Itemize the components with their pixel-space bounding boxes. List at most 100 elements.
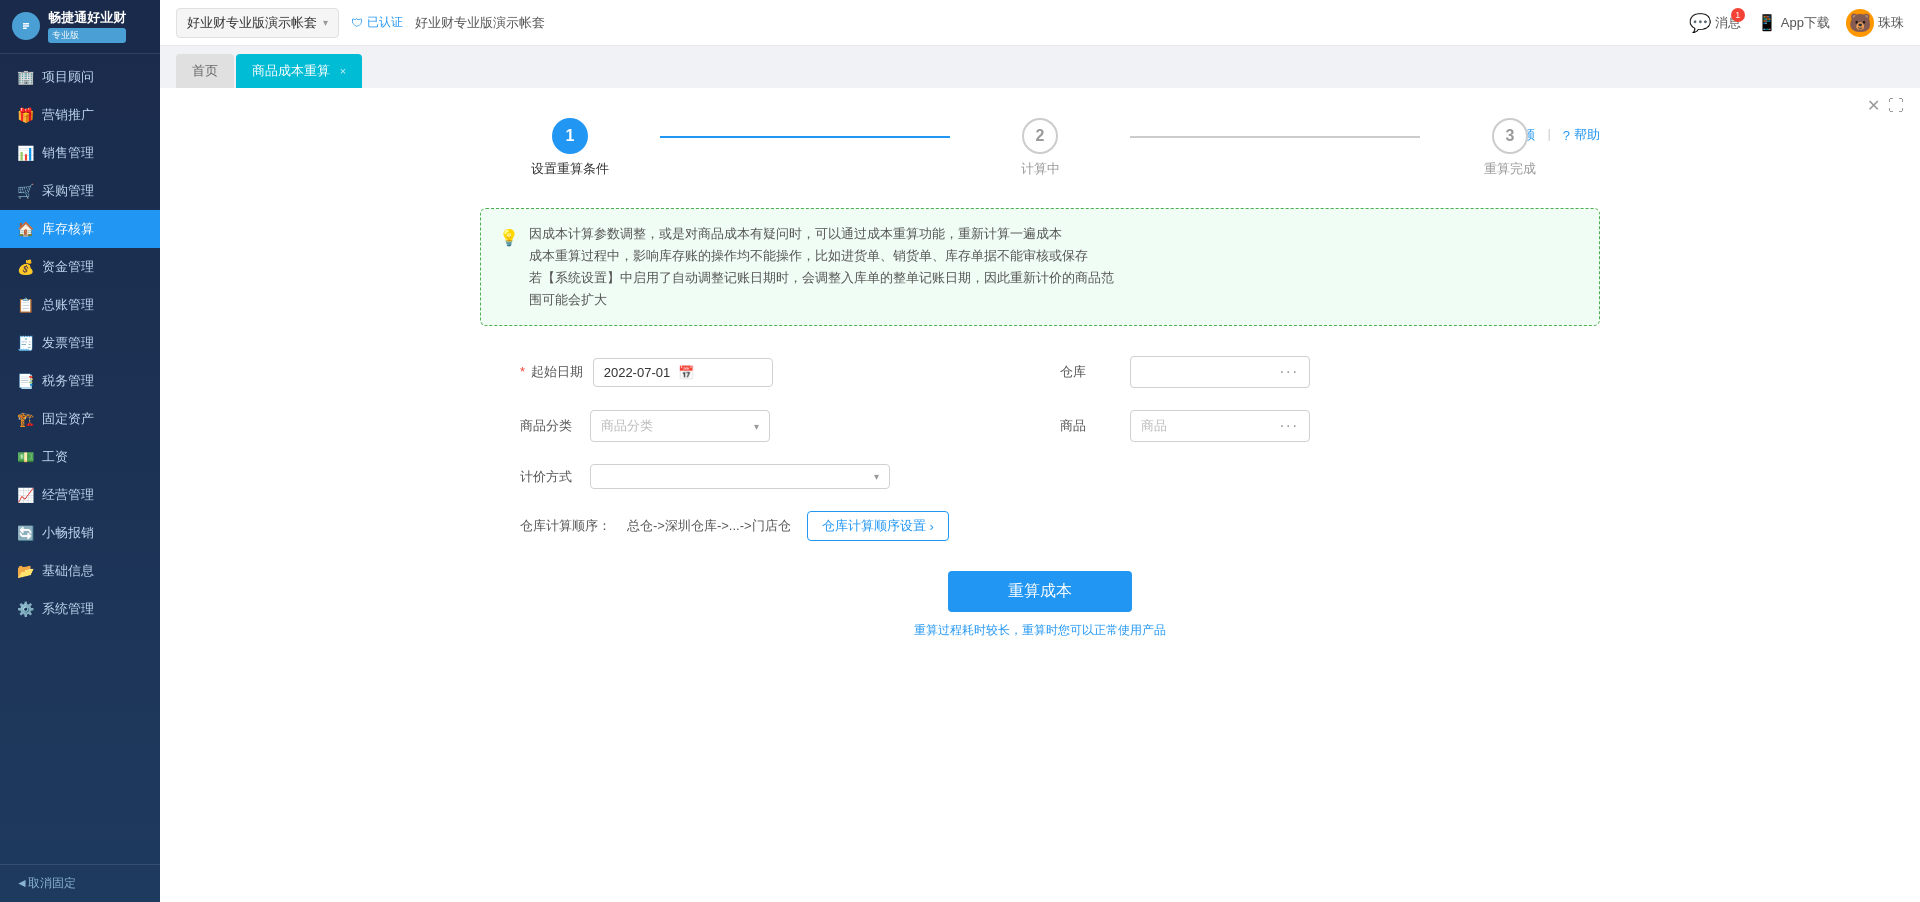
sidebar-footer-label: ◄取消固定	[16, 875, 76, 892]
topbar: 好业财专业版演示帐套 ▾ 🛡 已认证 好业财专业版演示帐套 💬 消息 1 📱 A…	[160, 0, 1920, 46]
sidebar-item-purchase[interactable]: 🛒 采购管理	[0, 172, 160, 210]
project-icon: 🏢	[16, 68, 34, 86]
sidebar-label-finance: 资金管理	[42, 258, 94, 276]
sales-icon: 📊	[16, 144, 34, 162]
tab-home[interactable]: 首页	[176, 54, 234, 88]
sidebar-label-assets: 固定资产	[42, 410, 94, 428]
warehouse-order-row: 仓库计算顺序： 总仓->深圳仓库->...->门店仓 仓库计算顺序设置 ›	[520, 511, 1560, 541]
sidebar-label-payroll: 工资	[42, 448, 68, 466]
user-name: 珠珠	[1878, 14, 1904, 32]
start-date-label: * 起始日期	[520, 363, 583, 381]
account-selector[interactable]: 好业财专业版演示帐套 ▾	[176, 8, 339, 38]
recalc-section: 重算成本 重算过程耗时较长，重算时您可以正常使用产品	[520, 571, 1560, 639]
operations-icon: 📈	[16, 486, 34, 504]
category-field: 商品分类 商品分类 ▾	[520, 410, 1020, 442]
user-profile[interactable]: 🐻 珠珠	[1846, 9, 1904, 37]
step-2-label: 计算中	[1021, 160, 1060, 178]
sidebar-item-expense[interactable]: 🔄 小畅报销	[0, 514, 160, 552]
marketing-icon: 🎁	[16, 106, 34, 124]
step-1-circle: 1	[552, 118, 588, 154]
expand-button[interactable]: ⛶	[1888, 97, 1904, 115]
info-box: 💡 因成本计算参数调整，或是对商品成本有疑问时，可以通过成本重算功能，重新计算一…	[480, 208, 1600, 326]
goods-field: 商品 商品 ···	[1060, 410, 1560, 442]
step-3-circle: 3	[1492, 118, 1528, 154]
goods-input[interactable]: 商品 ···	[1130, 410, 1310, 442]
sidebar-item-system[interactable]: ⚙️ 系统管理	[0, 590, 160, 628]
topbar-right: 💬 消息 1 📱 App下载 🐻 珠珠	[1689, 9, 1904, 37]
info-content: 因成本计算参数调整，或是对商品成本有疑问时，可以通过成本重算功能，重新计算一遍成…	[529, 223, 1114, 311]
recalculate-button[interactable]: 重算成本	[948, 571, 1132, 612]
step-3-label: 重算完成	[1484, 160, 1536, 178]
app-logo	[12, 12, 40, 40]
warehouse-order-settings-button[interactable]: 仓库计算顺序设置 ›	[807, 511, 949, 541]
tabbar: 首页 商品成本重算 ×	[160, 46, 1920, 88]
step-line-2	[1130, 136, 1420, 138]
tab-home-label: 首页	[192, 63, 218, 78]
warehouse-label: 仓库	[1060, 363, 1120, 381]
sidebar-label-sales: 销售管理	[42, 144, 94, 162]
start-date-input[interactable]: 2022-07-01 📅	[593, 358, 773, 387]
sidebar-nav: 🏢 项目顾问 🎁 营销推广 📊 销售管理 🛒 采购管理 🏠 库存核算 💰 资金管…	[0, 54, 160, 864]
sidebar-label-system: 系统管理	[42, 600, 94, 618]
sidebar-label-purchase: 采购管理	[42, 182, 94, 200]
sidebar-item-project[interactable]: 🏢 项目顾问	[0, 58, 160, 96]
recalc-hint: 重算过程耗时较长，重算时您可以正常使用产品	[520, 622, 1560, 639]
sidebar-item-operations[interactable]: 📈 经营管理	[0, 476, 160, 514]
tax-icon: 📑	[16, 372, 34, 390]
sidebar-item-finance[interactable]: 💰 资金管理	[0, 248, 160, 286]
purchase-icon: 🛒	[16, 182, 34, 200]
sidebar-item-basic[interactable]: 📂 基础信息	[0, 552, 160, 590]
payroll-icon: 💵	[16, 448, 34, 466]
sidebar-label-tax: 税务管理	[42, 372, 94, 390]
shield-icon: 🛡	[351, 16, 363, 30]
message-button[interactable]: 💬 消息 1	[1689, 12, 1741, 34]
info-line-3: 若【系统设置】中启用了自动调整记账日期时，会调整入库单的整单记账日期，因此重新计…	[529, 267, 1114, 289]
sidebar-unpin-button[interactable]: ◄取消固定	[0, 864, 160, 902]
sidebar-item-inventory[interactable]: 🏠 库存核算	[0, 210, 160, 248]
warehouse-input[interactable]: ···	[1130, 356, 1310, 388]
info-line-1: 因成本计算参数调整，或是对商品成本有疑问时，可以通过成本重算功能，重新计算一遍成…	[529, 223, 1114, 245]
sidebar-item-invoice[interactable]: 🧾 发票管理	[0, 324, 160, 362]
tab-close-icon[interactable]: ×	[340, 65, 346, 77]
warehouse-field: 仓库 ···	[1060, 356, 1560, 388]
sidebar-item-tax[interactable]: 📑 税务管理	[0, 362, 160, 400]
warehouse-order-value: 总仓->深圳仓库->...->门店仓	[627, 517, 791, 535]
sidebar-item-payroll[interactable]: 💵 工资	[0, 438, 160, 476]
sidebar-label-marketing: 营销推广	[42, 106, 94, 124]
message-icon: 💬	[1689, 12, 1711, 34]
pricing-select[interactable]: ▾	[590, 464, 890, 489]
goods-dots-icon[interactable]: ···	[1280, 417, 1299, 435]
category-select[interactable]: 商品分类 ▾	[590, 410, 770, 442]
sidebar-item-assets[interactable]: 🏗️ 固定资产	[0, 400, 160, 438]
warehouse-dots-icon[interactable]: ···	[1280, 363, 1299, 381]
sidebar-item-sales[interactable]: 📊 销售管理	[0, 134, 160, 172]
category-label: 商品分类	[520, 417, 580, 435]
category-chevron-icon: ▾	[754, 421, 759, 432]
step-2: 2 计算中	[950, 118, 1130, 178]
pricing-field: 计价方式 ▾	[520, 464, 1020, 489]
help-button[interactable]: ? 帮助	[1563, 126, 1600, 144]
sidebar-item-marketing[interactable]: 🎁 营销推广	[0, 96, 160, 134]
phone-icon: 📱	[1757, 13, 1777, 32]
close-button[interactable]: ✕	[1867, 96, 1880, 115]
finance-icon: 💰	[16, 258, 34, 276]
required-mark: *	[520, 364, 525, 379]
tab-recalc-label: 商品成本重算	[252, 63, 330, 78]
step-1-number: 1	[566, 127, 575, 145]
calendar-icon[interactable]: 📅	[678, 365, 694, 380]
step-2-number: 2	[1036, 127, 1045, 145]
tab-recalc[interactable]: 商品成本重算 ×	[236, 54, 362, 88]
app-download-button[interactable]: 📱 App下载	[1757, 13, 1830, 32]
app-download-label: App下载	[1781, 14, 1830, 32]
app-edition: 专业版	[48, 28, 126, 43]
sidebar-item-accounting[interactable]: 📋 总账管理	[0, 286, 160, 324]
expense-icon: 🔄	[16, 524, 34, 542]
info-line-4: 围可能会扩大	[529, 289, 1114, 311]
category-placeholder: 商品分类	[601, 417, 653, 435]
basic-icon: 📂	[16, 562, 34, 580]
form-section: * 起始日期 2022-07-01 📅 仓库 ···	[480, 356, 1600, 639]
start-date-field: * 起始日期 2022-07-01 📅	[520, 358, 1020, 387]
account-name: 好业财专业版演示帐套	[187, 14, 317, 32]
step-3-number: 3	[1506, 127, 1515, 145]
goods-placeholder: 商品	[1141, 417, 1167, 435]
